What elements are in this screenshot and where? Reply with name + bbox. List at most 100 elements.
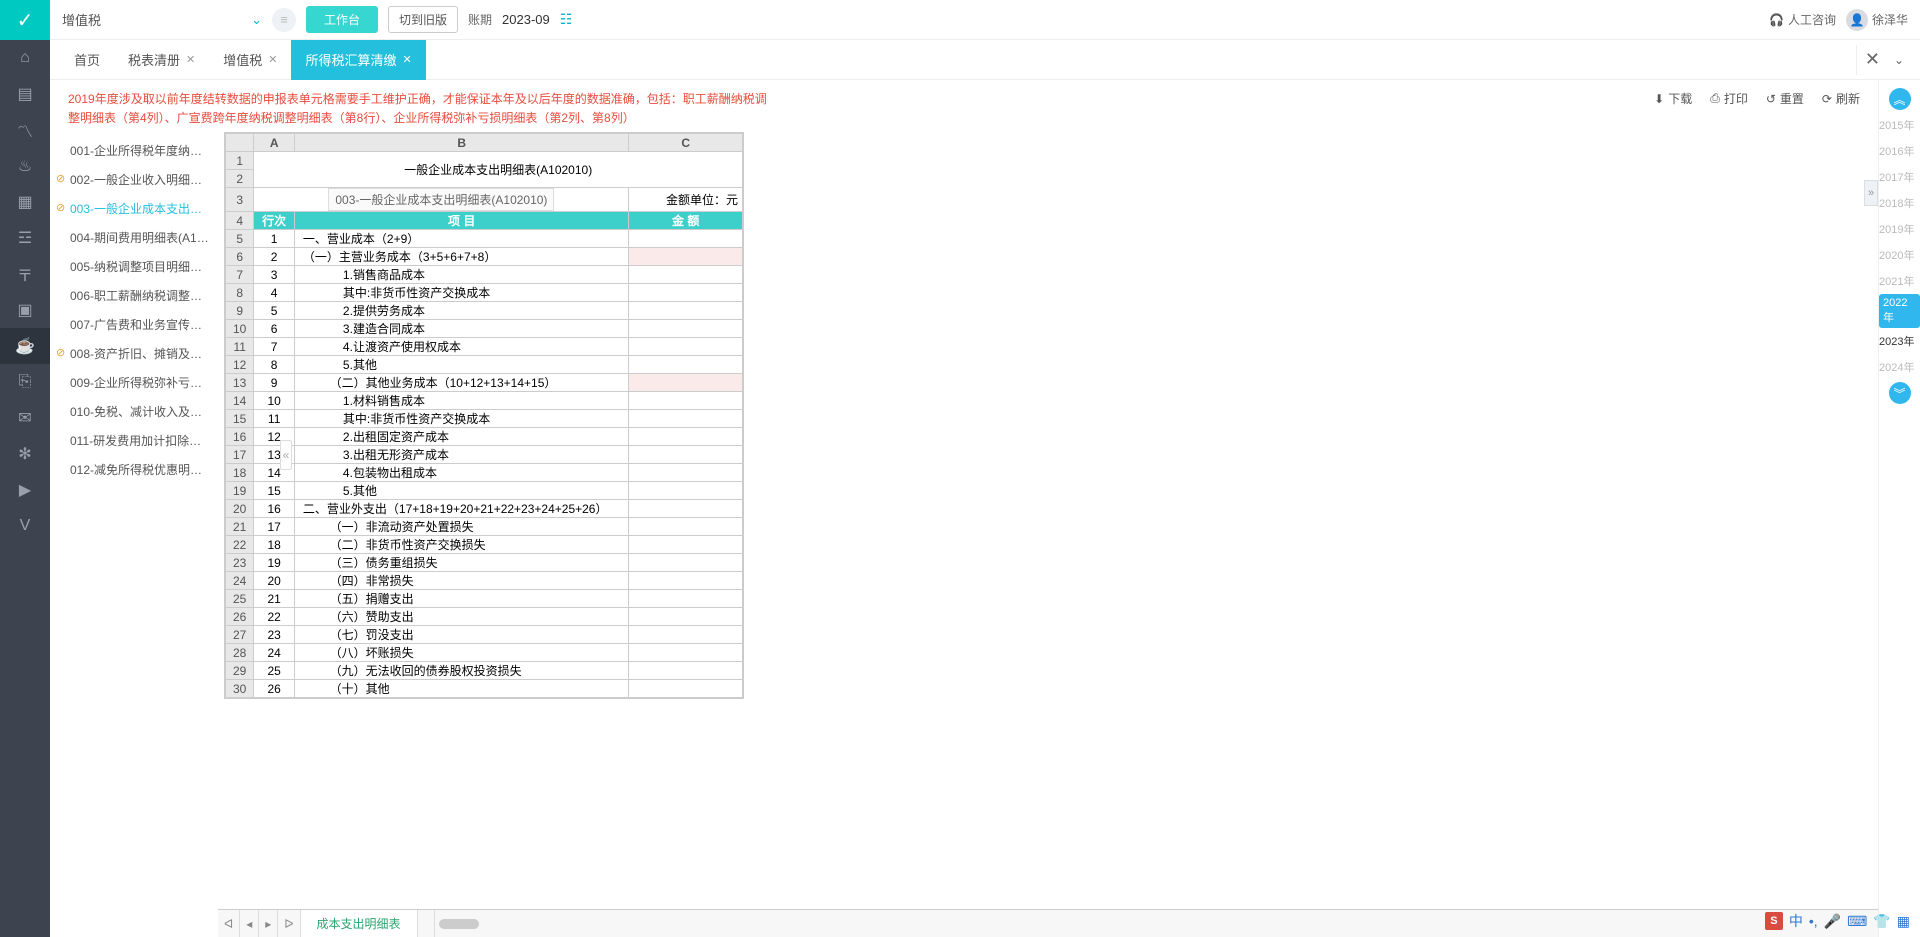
year-item[interactable]: 2021年 bbox=[1879, 268, 1920, 294]
tab-2[interactable]: 增值税✕ bbox=[209, 40, 291, 80]
form-list-item[interactable]: 004-期间费用明细表(A1040... bbox=[50, 223, 218, 252]
ime-keyboard-icon[interactable]: ⌨ bbox=[1847, 913, 1867, 930]
cell-amount[interactable] bbox=[629, 320, 743, 338]
nav-settings-icon[interactable]: ✻ bbox=[0, 436, 50, 472]
cell-amount[interactable] bbox=[629, 374, 743, 392]
cell-rownum[interactable]: 10 bbox=[254, 392, 295, 410]
cell-rownum[interactable]: 23 bbox=[254, 626, 295, 644]
spreadsheet[interactable]: A B C 1一般企业成本支出明细表(A102010) 2 3003-一般企业成… bbox=[224, 132, 744, 699]
ime-tools-icon[interactable]: ▦ bbox=[1897, 913, 1910, 930]
cell-item[interactable]: 5.其他 bbox=[294, 482, 629, 500]
row-header[interactable]: 26 bbox=[226, 608, 254, 626]
sheet-nav-prev-icon[interactable]: ◂ bbox=[240, 910, 259, 937]
row-header[interactable]: 12 bbox=[226, 356, 254, 374]
cell-item[interactable]: （三）债务重组损失 bbox=[294, 554, 629, 572]
refresh-button[interactable]: ⟳刷新 bbox=[1822, 90, 1860, 107]
row-header[interactable]: 11 bbox=[226, 338, 254, 356]
year-item[interactable]: 2020年 bbox=[1879, 242, 1920, 268]
cell-rownum[interactable]: 5 bbox=[254, 302, 295, 320]
nav-doc-icon[interactable]: ▤ bbox=[0, 76, 50, 112]
close-all-tabs-button[interactable]: ✕ bbox=[1856, 45, 1888, 75]
nav-calendar-icon[interactable]: ▣ bbox=[0, 292, 50, 328]
tab-3[interactable]: 所得税汇算清缴✕ bbox=[291, 40, 425, 80]
cell-rownum[interactable]: 4 bbox=[254, 284, 295, 302]
year-item[interactable]: 2015年 bbox=[1879, 112, 1920, 138]
cell-rownum[interactable]: 1 bbox=[254, 230, 295, 248]
cell-rownum[interactable]: 22 bbox=[254, 608, 295, 626]
cell-amount[interactable] bbox=[629, 626, 743, 644]
sheet-nav-last-icon[interactable]: ᐅ bbox=[278, 910, 300, 937]
nav-clipboard-icon[interactable]: ▦ bbox=[0, 184, 50, 220]
ime-punct-icon[interactable]: •, bbox=[1809, 913, 1818, 929]
collapse-panel-icon[interactable]: « bbox=[280, 440, 292, 470]
cell-rownum[interactable]: 16 bbox=[254, 500, 295, 518]
cell-rownum[interactable]: 9 bbox=[254, 374, 295, 392]
sheet-corner[interactable] bbox=[226, 134, 254, 152]
year-item[interactable]: 2023年 bbox=[1879, 328, 1920, 354]
ime-skin-icon[interactable]: 👕 bbox=[1873, 913, 1890, 930]
cell-rownum[interactable]: 3 bbox=[254, 266, 295, 284]
cell-item[interactable]: （九）无法收回的债券股权投资损失 bbox=[294, 662, 629, 680]
cell-rownum[interactable]: 7 bbox=[254, 338, 295, 356]
workbench-button[interactable]: 工作台 bbox=[306, 6, 378, 33]
row-header[interactable]: 18 bbox=[226, 464, 254, 482]
cell-item[interactable]: 一、营业成本（2+9） bbox=[294, 230, 629, 248]
nav-export-icon[interactable]: ⎘ bbox=[0, 364, 50, 400]
row-header[interactable]: 13 bbox=[226, 374, 254, 392]
cell-item[interactable]: （七）罚没支出 bbox=[294, 626, 629, 644]
nav-tax-icon[interactable]: ☕ bbox=[0, 328, 50, 364]
print-button[interactable]: ⎙打印 bbox=[1710, 90, 1748, 107]
cell-item[interactable]: 4.包装物出租成本 bbox=[294, 464, 629, 482]
download-button[interactable]: ⬇下载 bbox=[1654, 90, 1692, 107]
col-header-b[interactable]: B bbox=[294, 134, 629, 152]
nav-tee-icon[interactable]: 〒 bbox=[0, 256, 50, 292]
row-header[interactable]: 15 bbox=[226, 410, 254, 428]
col-header-a[interactable]: A bbox=[254, 134, 295, 152]
cell-amount[interactable] bbox=[629, 284, 743, 302]
cell-item[interactable]: （一）非流动资产处置损失 bbox=[294, 518, 629, 536]
form-list-item[interactable]: 009-企业所得税弥补亏损明... bbox=[50, 368, 218, 397]
cell-amount[interactable] bbox=[629, 392, 743, 410]
row-header[interactable]: 27 bbox=[226, 626, 254, 644]
org-dropdown[interactable]: 增值税 ⌄ bbox=[62, 10, 262, 29]
year-item[interactable]: 2018年 bbox=[1879, 190, 1920, 216]
cell-item[interactable]: 5.其他 bbox=[294, 356, 629, 374]
cell-item[interactable]: （五）捐赠支出 bbox=[294, 590, 629, 608]
year-up-icon[interactable]: ︽ bbox=[1889, 88, 1911, 110]
cell-amount[interactable] bbox=[629, 680, 743, 698]
row-header[interactable]: 22 bbox=[226, 536, 254, 554]
form-list-item[interactable]: 001-企业所得税年度纳税申... bbox=[50, 136, 218, 165]
close-icon[interactable]: ✕ bbox=[403, 53, 412, 66]
nav-form-icon[interactable]: ☲ bbox=[0, 220, 50, 256]
row-header[interactable]: 30 bbox=[226, 680, 254, 698]
cell-amount[interactable] bbox=[629, 338, 743, 356]
cell-item[interactable]: 2.出租固定资产成本 bbox=[294, 428, 629, 446]
cell-rownum[interactable]: 15 bbox=[254, 482, 295, 500]
horizontal-scrollbar[interactable] bbox=[434, 910, 1878, 937]
cell-item[interactable]: （二）非货币性资产交换损失 bbox=[294, 536, 629, 554]
reset-button[interactable]: ↺重置 bbox=[1766, 90, 1804, 107]
row-header[interactable]: 5 bbox=[226, 230, 254, 248]
cell-item[interactable]: （二）其他业务成本（10+12+13+14+15） bbox=[294, 374, 629, 392]
cell-item[interactable]: 4.让渡资产使用权成本 bbox=[294, 338, 629, 356]
row-header[interactable]: 9 bbox=[226, 302, 254, 320]
cell-rownum[interactable]: 24 bbox=[254, 644, 295, 662]
cell-amount[interactable] bbox=[629, 644, 743, 662]
close-icon[interactable]: ✕ bbox=[268, 53, 277, 66]
tab-0[interactable]: 首页 bbox=[60, 40, 114, 80]
cell-item[interactable]: 1.材料销售成本 bbox=[294, 392, 629, 410]
row-header[interactable]: 23 bbox=[226, 554, 254, 572]
cell-item[interactable]: （十）其他 bbox=[294, 680, 629, 698]
year-item[interactable]: 2016年 bbox=[1879, 138, 1920, 164]
cell-amount[interactable] bbox=[629, 482, 743, 500]
ime-logo-icon[interactable]: S bbox=[1765, 912, 1783, 930]
cell-rownum[interactable]: 18 bbox=[254, 536, 295, 554]
cell-item[interactable]: 3.出租无形资产成本 bbox=[294, 446, 629, 464]
year-item[interactable]: 2024年 bbox=[1879, 354, 1920, 380]
row-header[interactable]: 8 bbox=[226, 284, 254, 302]
row-header[interactable]: 6 bbox=[226, 248, 254, 266]
row-header[interactable]: 17 bbox=[226, 446, 254, 464]
cell-amount[interactable] bbox=[629, 590, 743, 608]
tabs-dropdown-icon[interactable]: ⌄ bbox=[1888, 53, 1910, 67]
period-value[interactable]: 2023-09 bbox=[502, 12, 550, 27]
